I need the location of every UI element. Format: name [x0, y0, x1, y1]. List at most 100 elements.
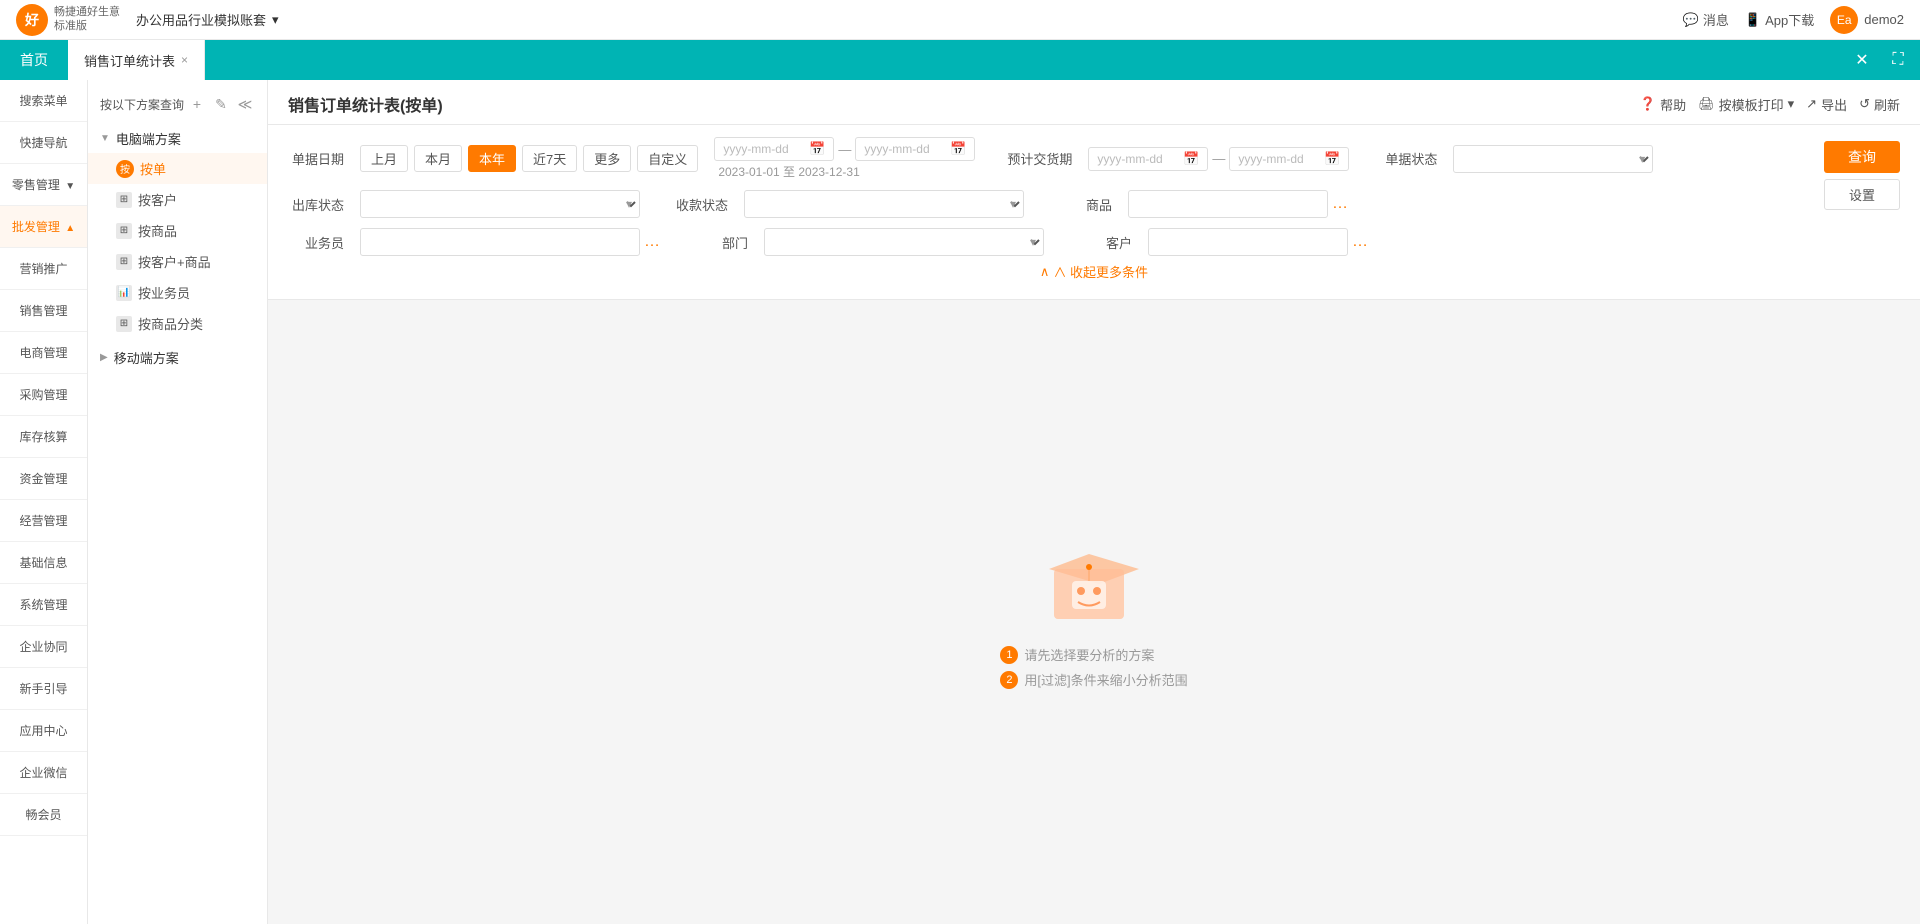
sidebar: 搜索菜单 快捷导航 零售管理 ▼ 批发管理 ▲ 营销推广 销售管理 电商管理 采…: [0, 80, 88, 924]
salesperson-more-button[interactable]: …: [644, 233, 660, 251]
sidebar-item-ecommerce[interactable]: 电商管理: [0, 332, 87, 374]
chevron-up-icon: ▲: [65, 223, 75, 234]
customer-more-button[interactable]: …: [1352, 233, 1368, 251]
main-layout: 搜索菜单 快捷导航 零售管理 ▼ 批发管理 ▲ 营销推广 销售管理 电商管理 采…: [0, 80, 1920, 924]
sidebar-item-basics[interactable]: 基础信息: [0, 542, 87, 584]
date-end-input[interactable]: yyyy-mm-dd 📅: [855, 137, 975, 161]
calendar-icon: 📅: [809, 141, 825, 157]
sidebar-item-member[interactable]: 畅会员: [0, 794, 87, 836]
date-range-inputs: yyyy-mm-dd 📅 — yyyy-mm-dd 📅: [714, 137, 975, 161]
delivery-status-select[interactable]: [360, 190, 640, 218]
left-panel: 按以下方案查询 + ✎ ≪ ▼ 电脑端方案 按 按单 ⊞ 按客: [88, 80, 268, 924]
dept-label: 部门: [692, 233, 748, 252]
tab-close-button[interactable]: ×: [181, 53, 188, 67]
help-button[interactable]: ❓ 帮助: [1640, 95, 1686, 114]
date-btn-thisyear[interactable]: 本年: [468, 145, 516, 172]
sidebar-item-wholesale[interactable]: 批发管理 ▲: [0, 206, 87, 248]
edit-scheme-button[interactable]: ✎: [211, 94, 231, 114]
mobile-group-title[interactable]: ▶ 移动端方案: [88, 343, 267, 372]
sidebar-item-app-center[interactable]: 应用中心: [0, 710, 87, 752]
forecast-start-input[interactable]: yyyy-mm-dd 📅: [1088, 147, 1208, 171]
collapse-filter-button[interactable]: ∧ ∧ 收起更多条件: [288, 256, 1900, 287]
sidebar-item-wechat[interactable]: 企业微信: [0, 752, 87, 794]
message-button[interactable]: 💬 消息: [1683, 10, 1729, 29]
tab-expand-button[interactable]: ⛶: [1884, 46, 1912, 74]
salesperson-input[interactable]: [360, 228, 640, 256]
sidebar-item-inventory[interactable]: 库存核算: [0, 416, 87, 458]
sidebar-item-collab[interactable]: 企业协同: [0, 626, 87, 668]
sidebar-item-marketing[interactable]: 营销推广: [0, 248, 87, 290]
date-buttons: 上月 本月 本年 近7天 更多 自定义: [360, 145, 698, 172]
customer-input[interactable]: [1148, 228, 1348, 256]
tip-number-2: 2: [1000, 671, 1018, 689]
product-more-button[interactable]: …: [1332, 195, 1348, 213]
forecast-end-input[interactable]: yyyy-mm-dd 📅: [1229, 147, 1349, 171]
scheme-item-by-order[interactable]: 按 按单: [88, 153, 267, 184]
sidebar-item-finance[interactable]: 资金管理: [0, 458, 87, 500]
scheme-item-by-salesperson[interactable]: 📊 按业务员: [88, 277, 267, 308]
payment-status-select[interactable]: [744, 190, 1024, 218]
sidebar-item-quick-nav[interactable]: 快捷导航: [0, 122, 87, 164]
payment-status-wrapper: ▾: [744, 190, 1024, 218]
sidebar-item-newbie[interactable]: 新手引导: [0, 668, 87, 710]
refresh-button[interactable]: ↺ 刷新: [1859, 95, 1900, 114]
chevron-down-icon[interactable]: ▾: [272, 12, 279, 28]
tab-home[interactable]: 首页: [0, 40, 68, 80]
template-print-button[interactable]: 🖨 按模板打印 ▾: [1698, 95, 1794, 114]
status-select[interactable]: [1453, 145, 1653, 173]
forecast-range-inputs: yyyy-mm-dd 📅 — yyyy-mm-dd 📅: [1088, 147, 1349, 171]
export-button[interactable]: ↗ 导出: [1806, 95, 1847, 114]
date-btn-thismonth[interactable]: 本月: [414, 145, 462, 172]
date-label: 单据日期: [288, 149, 344, 168]
sidebar-item-retail[interactable]: 零售管理 ▼: [0, 164, 87, 206]
dept-select[interactable]: [764, 228, 1044, 256]
scheme-item-by-product[interactable]: ⊞ 按商品: [88, 215, 267, 246]
add-scheme-button[interactable]: +: [187, 94, 207, 114]
tab-close-all-button[interactable]: ✕: [1848, 46, 1876, 74]
content: 按以下方案查询 + ✎ ≪ ▼ 电脑端方案 按 按单 ⊞ 按客: [88, 80, 1920, 924]
refresh-icon: ↺: [1859, 96, 1870, 112]
date-btn-custom[interactable]: 自定义: [637, 145, 698, 172]
scheme-customer-icon: ⊞: [116, 192, 132, 208]
query-button[interactable]: 查询: [1824, 141, 1900, 173]
scheme-salesperson-icon: 📊: [116, 285, 132, 301]
date-btn-last7days[interactable]: 近7天: [522, 145, 577, 172]
query-button-group: 查询 设置: [1824, 137, 1900, 210]
scheme-customer-product-icon: ⊞: [116, 254, 132, 270]
tab-bar: 首页 销售订单统计表 × ✕ ⛶: [0, 40, 1920, 80]
date-btn-more[interactable]: 更多: [583, 145, 631, 172]
forecast-label: 预计交货期: [1007, 149, 1072, 168]
delivery-status-wrapper: ▾: [360, 190, 640, 218]
sidebar-item-purchase[interactable]: 采购管理: [0, 374, 87, 416]
logo: 好 畅捷通好生意 标准版: [16, 4, 120, 36]
tab-sales-order-stats[interactable]: 销售订单统计表 ×: [68, 40, 205, 80]
collapse-panel-button[interactable]: ≪: [235, 94, 255, 114]
settings-button[interactable]: 设置: [1824, 179, 1900, 210]
chevron-down-icon: ▼: [65, 181, 75, 192]
sidebar-item-search-menu[interactable]: 搜索菜单: [0, 80, 87, 122]
delivery-status-label: 出库状态: [288, 195, 344, 214]
scheme-item-by-customer[interactable]: ⊞ 按客户: [88, 184, 267, 215]
product-input[interactable]: [1128, 190, 1328, 218]
right-panel: 销售订单统计表(按单) ❓ 帮助 🖨 按模板打印 ▾ ↗ 导出: [268, 80, 1920, 924]
app-icon: 📱: [1745, 12, 1761, 28]
sidebar-item-operations[interactable]: 经营管理: [0, 500, 87, 542]
scheme-item-by-customer-product[interactable]: ⊞ 按客户+商品: [88, 246, 267, 277]
date-start-input[interactable]: yyyy-mm-dd 📅: [714, 137, 834, 161]
left-panel-actions: + ✎ ≪: [187, 94, 255, 114]
scheme-product-icon: ⊞: [116, 223, 132, 239]
date-btn-lastmonth[interactable]: 上月: [360, 145, 408, 172]
date-range-display: 2023-01-01 至 2023-12-31: [718, 163, 975, 180]
pc-group-title[interactable]: ▼ 电脑端方案: [88, 124, 267, 153]
app-download-button[interactable]: 📱 App下载: [1745, 10, 1814, 29]
scheme-order-icon: 按: [116, 160, 134, 178]
scheme-item-by-category[interactable]: ⊞ 按商品分类: [88, 308, 267, 339]
page-title: 销售订单统计表(按单): [288, 92, 443, 116]
page-header: 销售订单统计表(按单) ❓ 帮助 🖨 按模板打印 ▾ ↗ 导出: [268, 80, 1920, 125]
product-label: 商品: [1056, 195, 1112, 214]
user-profile[interactable]: Ea demo2: [1830, 6, 1904, 34]
sidebar-item-sales-mgmt[interactable]: 销售管理: [0, 290, 87, 332]
sidebar-item-system[interactable]: 系统管理: [0, 584, 87, 626]
chevron-right-icon: ▶: [100, 352, 108, 363]
filter-area: 单据日期 上月 本月 本年 近7天 更多 自定义: [268, 125, 1920, 300]
